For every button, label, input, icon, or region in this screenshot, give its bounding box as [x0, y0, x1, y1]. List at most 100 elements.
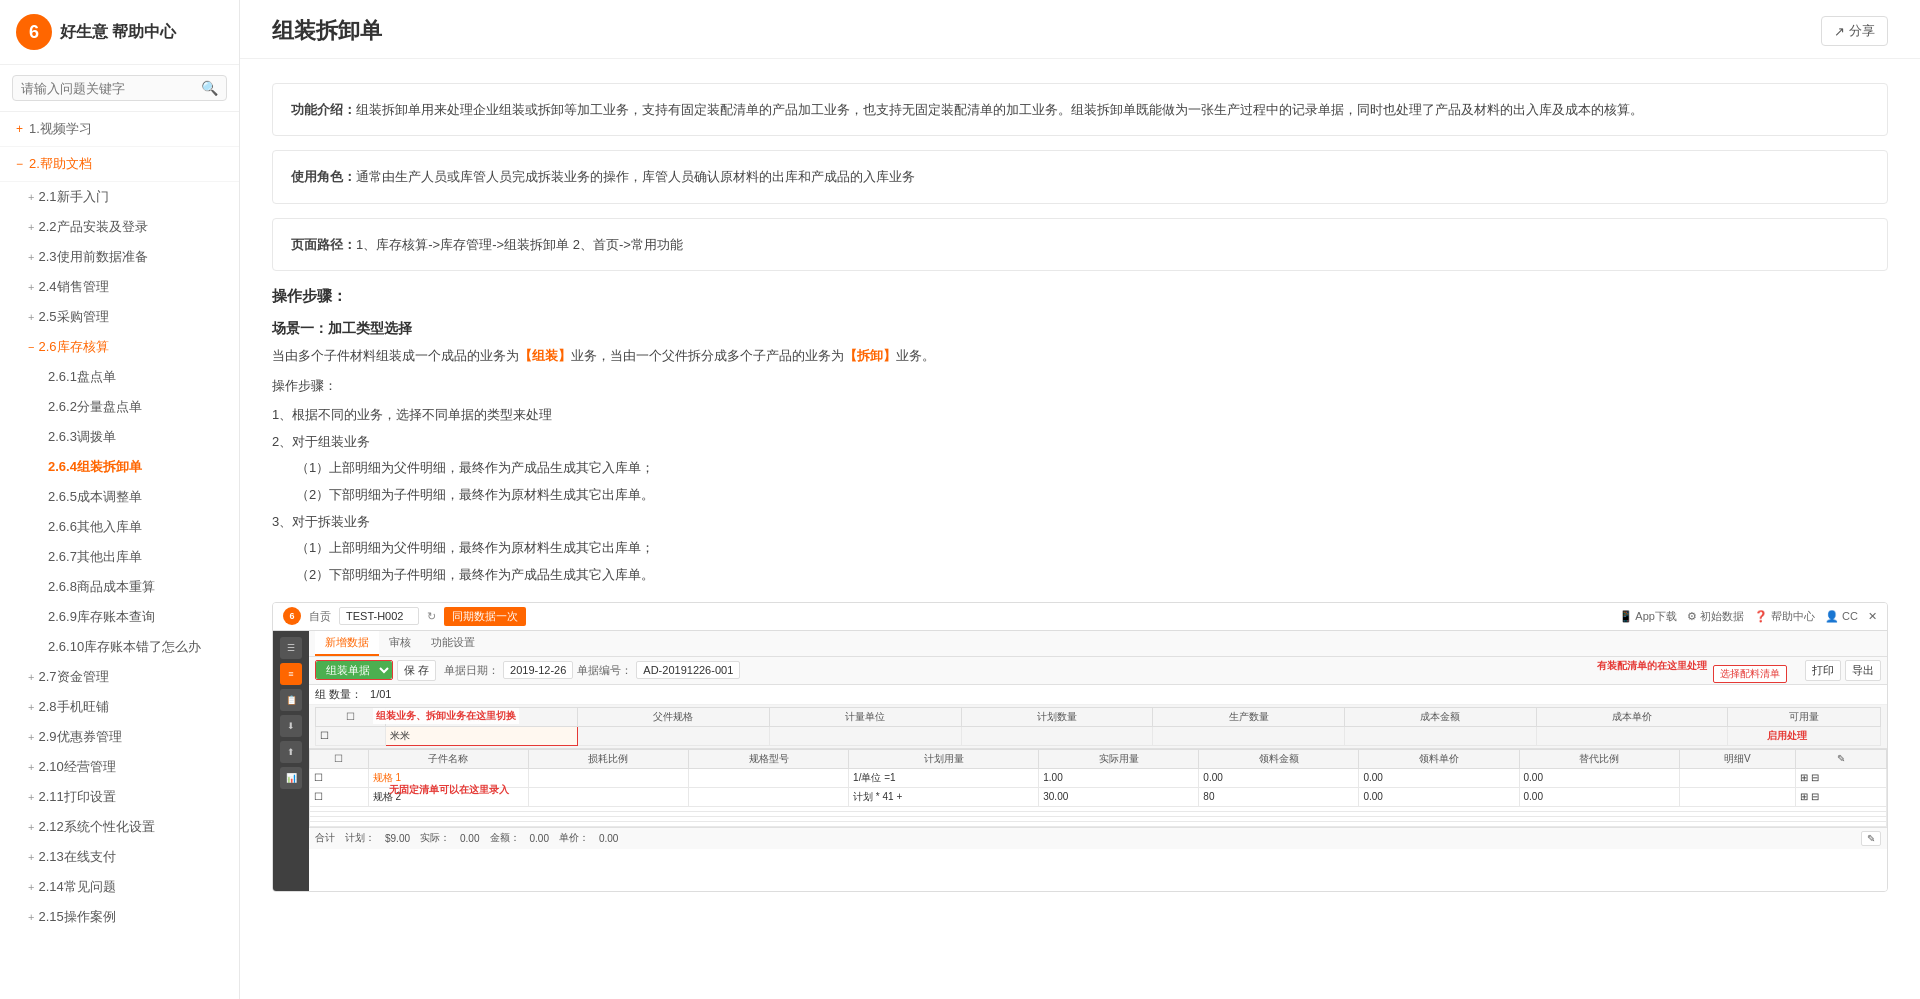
lrow1-price[interactable]: 0.00 [1359, 768, 1519, 787]
lrow2-detail[interactable] [1679, 787, 1796, 806]
sidebar-item-helpdocs[interactable]: − 2.帮助文档 [0, 147, 239, 182]
sidebar-item-mobile[interactable]: + 2.8手机旺铺 [28, 692, 239, 722]
app-screenshot: 6 自贡 TEST-H002 ↻ 同期数据一次 📱 App下载 ⚙ 初始数据 ❓… [273, 603, 1887, 891]
lrow2-spec[interactable] [688, 787, 848, 806]
row-cost-price[interactable] [1536, 726, 1728, 745]
lrow2-ratio[interactable]: 0.00 [1519, 787, 1679, 806]
app-btn-save[interactable]: 保 存 [397, 660, 436, 681]
lrow1-actual[interactable]: 1.00 [1039, 768, 1199, 787]
app-sidebar-icon3[interactable]: 📋 [280, 689, 302, 711]
app-tab-settings[interactable]: 功能设置 [421, 631, 485, 656]
sidebar-item-cost-recalc[interactable]: 2.6.8商品成本重算 [48, 572, 239, 602]
steps-title: 操作步骤： [272, 287, 1888, 306]
sidebar-item-business[interactable]: + 2.10经营管理 [28, 752, 239, 782]
row-checkbox[interactable]: ☐ [316, 726, 386, 745]
lrow1-spec[interactable] [688, 768, 848, 787]
row-unit[interactable] [769, 726, 961, 745]
lcol-sub-ratio: 替代比例 [1519, 749, 1679, 768]
app-tab-approve[interactable]: 审核 [379, 631, 421, 656]
row-cost-amt[interactable] [1344, 726, 1536, 745]
sidebar-item-stocktake[interactable]: 2.6.1盘点单 [48, 362, 239, 392]
search-box[interactable]: 🔍 [12, 75, 227, 101]
app-sidebar-icon4[interactable]: ⬇ [280, 715, 302, 737]
lrow2-actions[interactable]: ⊞ ⊟ [1796, 787, 1887, 806]
sidebar-item-coupon[interactable]: + 2.9优惠券管理 [28, 722, 239, 752]
lrow2-amt[interactable]: 80 [1199, 787, 1359, 806]
app-bom-btn[interactable]: 选择配料清单 [1713, 665, 1787, 683]
lrow1-plan[interactable]: 1/单位 =1 [849, 768, 1039, 787]
type-selector-wrapper: 组装单据 拆卸单据 [315, 660, 393, 680]
lcol-plan-qty: 计划用量 [849, 749, 1039, 768]
sidebar-item-stock-error[interactable]: 2.6.10库存账本错了怎么办 [48, 632, 239, 662]
sidebar-item-faq[interactable]: + 2.14常见问题 [28, 872, 239, 902]
lrow1-amt[interactable]: 0.00 [1199, 768, 1359, 787]
sidebar-item-cost-adj[interactable]: 2.6.5成本调整单 [48, 482, 239, 512]
row-plan-qty[interactable] [961, 726, 1153, 745]
row-parent-spec[interactable] [578, 726, 770, 745]
app-sidebar-icon5[interactable]: ⬆ [280, 741, 302, 763]
search-icon[interactable]: 🔍 [201, 80, 218, 96]
lrow1-detail[interactable] [1679, 768, 1796, 787]
app-sub-info: 组 数量： 1/01 组装业务、拆卸业务在这里切换 [309, 685, 1887, 705]
lower-table-row-2: ☐ 规格 2 计划 * 41 + 30.00 80 0.00 0.00 [310, 787, 1887, 806]
lrow2-check[interactable]: ☐ [310, 787, 369, 806]
app-close-icon[interactable]: ✕ [1868, 610, 1877, 623]
col-prod-qty: 生产数量 [1153, 707, 1345, 726]
app-selector[interactable]: TEST-H002 [339, 607, 419, 625]
row-parent-name[interactable]: 米米 [386, 726, 578, 745]
lrow1-check[interactable]: ☐ [310, 768, 369, 787]
sidebar-item-print[interactable]: + 2.11打印设置 [28, 782, 239, 812]
date-field[interactable]: 2019-12-26 [503, 661, 573, 679]
app-btn-extra1[interactable]: 打印 [1805, 660, 1841, 681]
row-prod-qty[interactable] [1153, 726, 1345, 745]
sidebar-item-assembly[interactable]: 2.6.4组装拆卸单 [48, 452, 239, 482]
app-sidebar-icon1[interactable]: ☰ [280, 637, 302, 659]
main-content: 组装拆卸单 ↗ 分享 功能介绍：组装拆卸单用来处理企业组装或拆卸等加工业务，支持… [240, 0, 1920, 999]
steps-intro-label: 操作步骤： [272, 374, 1888, 397]
sidebar-item-video[interactable]: + 1.视频学习 [0, 112, 239, 147]
upper-table-header-row: ☐ 父件名称 父件规格 计量单位 计划数量 生产数量 成本金额 成本单价 [309, 705, 1887, 749]
sidebar-item-inventory[interactable]: − 2.6库存核算 [28, 332, 239, 362]
sidebar-item-partial-stock[interactable]: 2.6.2分量盘点单 [48, 392, 239, 422]
lrow2-loss[interactable] [528, 787, 688, 806]
app-tab-new[interactable]: 新增数据 [315, 631, 379, 656]
sidebar-item-other-in[interactable]: 2.6.6其他入库单 [48, 512, 239, 542]
step3-sub1: （1）上部明细为父件明细，最终作为原材料生成其它出库单； [296, 536, 1888, 561]
sidebar-item-purchase[interactable]: + 2.5采购管理 [28, 302, 239, 332]
app-body: ☰ ≡ 📋 ⬇ ⬆ 📊 新增数据 审核 功能设置 [273, 631, 1887, 891]
share-button[interactable]: ↗ 分享 [1821, 16, 1888, 46]
lrow2-actual[interactable]: 30.00 [1039, 787, 1199, 806]
role-text: 通常由生产人员或库管人员完成拆装业务的操作，库管人员确认原材料的出库和产成品的入… [356, 169, 915, 184]
sidebar-item-finance[interactable]: + 2.7资金管理 [28, 662, 239, 692]
lrow2-price[interactable]: 0.00 [1359, 787, 1519, 806]
quantity-label: 组 数量： [315, 687, 362, 702]
sidebar-item-other-out[interactable]: 2.6.7其他出库单 [48, 542, 239, 572]
sidebar-item-payment[interactable]: + 2.13在线支付 [28, 842, 239, 872]
app-sidebar-icon2[interactable]: ≡ [280, 663, 302, 685]
sidebar-item-stock-query[interactable]: 2.6.9库存账本查询 [48, 602, 239, 632]
sidebar-item-cases[interactable]: + 2.15操作案例 [28, 902, 239, 932]
sidebar-item-personalize[interactable]: + 2.12系统个性化设置 [28, 812, 239, 842]
search-input[interactable] [21, 81, 201, 96]
app-help-icon: ❓ 帮助中心 [1754, 609, 1815, 624]
app-sync-btn[interactable]: 同期数据一次 [444, 607, 526, 626]
role-label: 使用角色： [291, 169, 356, 184]
type-selector[interactable]: 组装单据 拆卸单据 [316, 661, 392, 679]
lrow1-actions[interactable]: ⊞ ⊟ [1796, 768, 1887, 787]
content-area: 功能介绍：组装拆卸单用来处理企业组装或拆卸等加工业务，支持有固定装配清单的产品加… [240, 59, 1920, 999]
lrow1-ratio[interactable]: 0.00 [1519, 768, 1679, 787]
app-sidebar-icon6[interactable]: 📊 [280, 767, 302, 789]
sidebar-item-install[interactable]: + 2.2产品安装及登录 [28, 212, 239, 242]
app-left-sidebar: ☰ ≡ 📋 ⬇ ⬆ 📊 [273, 631, 309, 891]
app-btn-extra2[interactable]: 导出 [1845, 660, 1881, 681]
footer-export-btn[interactable]: ✎ [1861, 831, 1881, 846]
order-field[interactable]: AD-20191226-001 [636, 661, 740, 679]
sidebar-item-data-prep[interactable]: + 2.3使用前数据准备 [28, 242, 239, 272]
sidebar-item-transfer[interactable]: 2.6.3调拨单 [48, 422, 239, 452]
lrow2-plan[interactable]: 计划 * 41 + [849, 787, 1039, 806]
sidebar-item-newbie[interactable]: + 2.1新手入门 [28, 182, 239, 212]
step2-sub2: （2）下部明细为子件明细，最终作为原材料生成其它出库单。 [296, 483, 1888, 508]
col-avail: 可用量 [1728, 707, 1881, 726]
sidebar-item-sales[interactable]: + 2.4销售管理 [28, 272, 239, 302]
lrow1-loss[interactable] [528, 768, 688, 787]
